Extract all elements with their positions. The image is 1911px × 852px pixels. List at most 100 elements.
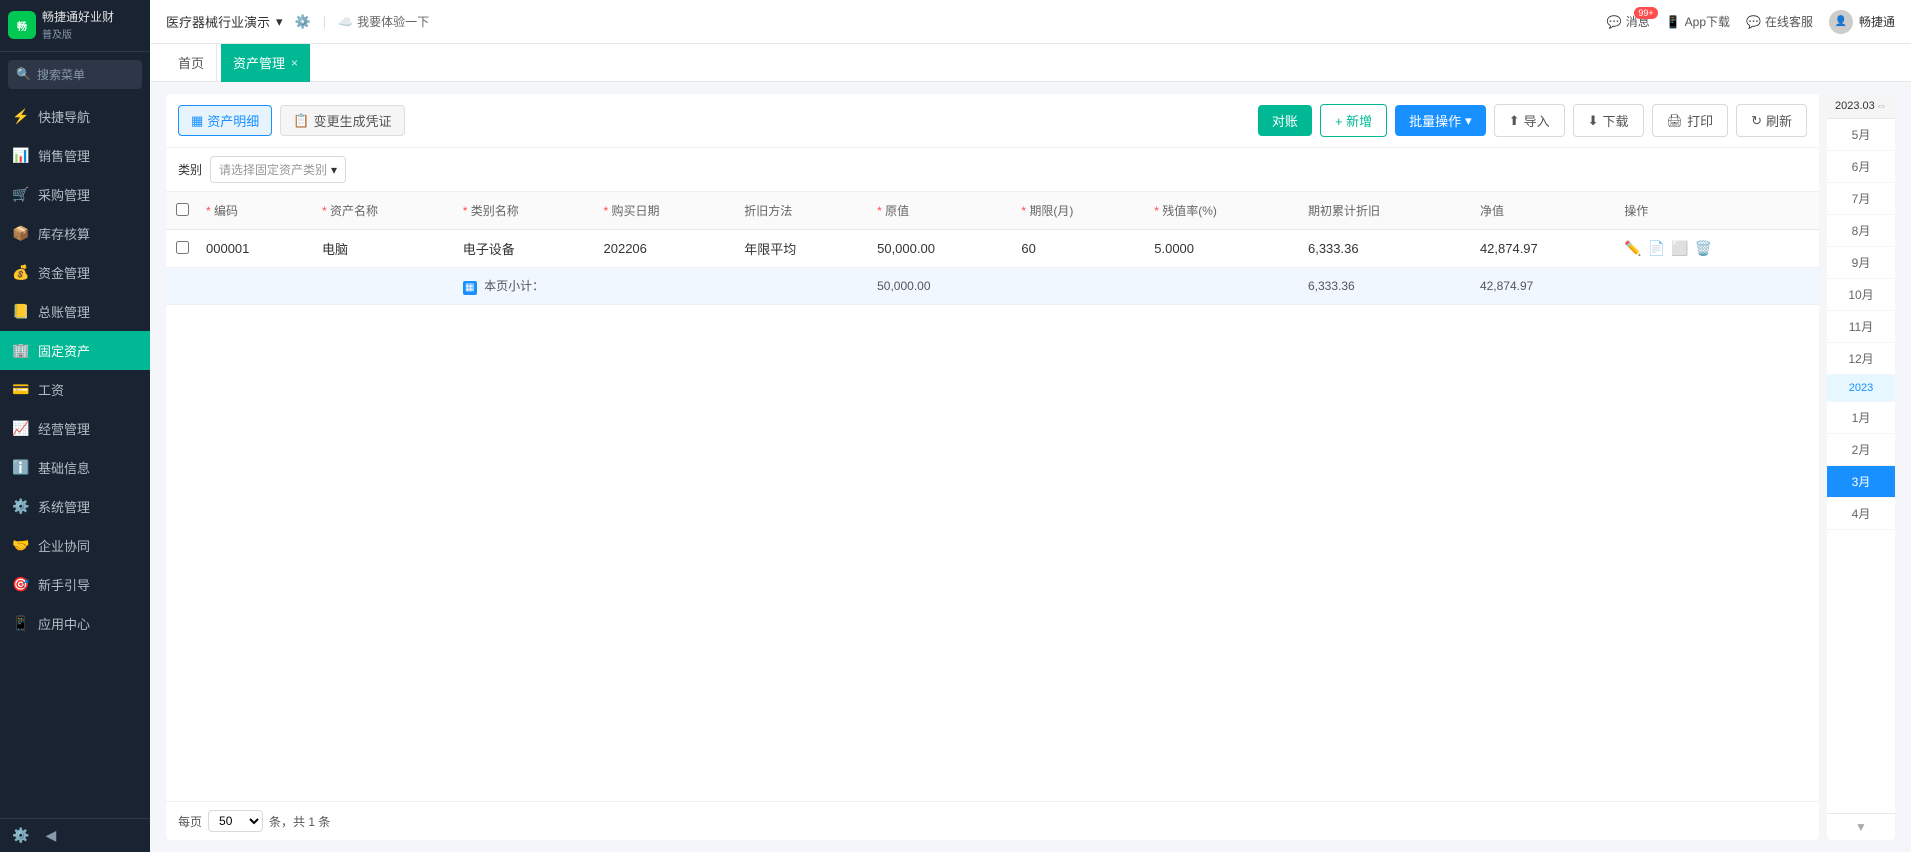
sidebar-item-label: 应用中心 xyxy=(38,614,90,633)
delete-icon[interactable]: 🗑️ xyxy=(1695,240,1712,257)
sidebar-item-label: 采购管理 xyxy=(38,185,90,204)
app-center-icon: 📱 xyxy=(12,614,30,632)
more-icon[interactable]: ⬜ xyxy=(1671,240,1688,257)
sidebar-item-enterprise[interactable]: 🤝 企业协同 xyxy=(0,526,150,565)
sidebar-item-purchase[interactable]: 🛒 采购管理 xyxy=(0,175,150,214)
settings-icon[interactable]: ⚙️ xyxy=(12,827,29,844)
row-category: 电子设备 xyxy=(455,230,596,268)
table-header-row: 编码 资产名称 类别名称 购买日期 折旧方法 原值 期限(月) 残值率(%) 期… xyxy=(166,192,1819,230)
print-button[interactable]: 🖨 打印 xyxy=(1652,104,1729,137)
row-purchase-date: 202206 xyxy=(596,230,737,268)
search-menu[interactable]: 🔍 搜索菜单 xyxy=(8,60,142,89)
close-icon[interactable]: × xyxy=(291,56,298,70)
tab-home[interactable]: 首页 xyxy=(166,44,217,82)
timeline-month-10[interactable]: 10月 xyxy=(1827,279,1895,311)
message-action[interactable]: 💬 消息 99+ xyxy=(1607,13,1650,30)
add-new-button[interactable]: + 新增 xyxy=(1320,104,1387,137)
import-icon: ⬆ xyxy=(1509,113,1520,129)
category-filter-select[interactable]: 请选择固定资产类别 ▾ xyxy=(210,156,346,183)
company-selector[interactable]: 医疗器械行业演示 ▾ xyxy=(166,12,283,31)
edit-icon[interactable]: ✏️ xyxy=(1624,240,1641,257)
th-original-value: 原值 xyxy=(869,192,1013,230)
row-original-value: 50,000.00 xyxy=(869,230,1013,268)
right-panel-footer: ▼ xyxy=(1827,813,1895,840)
row-checkbox-cell xyxy=(166,230,198,268)
asset-table-container: 编码 资产名称 类别名称 购买日期 折旧方法 原值 期限(月) 残值率(%) 期… xyxy=(166,192,1819,801)
timeline-month-5[interactable]: 5月 xyxy=(1827,119,1895,151)
timeline-month-12[interactable]: 12月 xyxy=(1827,343,1895,375)
cloud-icon: ☁️ xyxy=(338,15,353,29)
sidebar-item-fixed-assets[interactable]: 🏢 固定资产 xyxy=(0,331,150,370)
subtotal-accumulated: 6,333.36 xyxy=(1300,268,1472,305)
timeline-year-2023: 2023 xyxy=(1827,375,1895,402)
sidebar-item-label: 资金管理 xyxy=(38,263,90,282)
sidebar-item-system[interactable]: ⚙️ 系统管理 xyxy=(0,487,150,526)
import-button[interactable]: ⬆ 导入 xyxy=(1494,104,1565,137)
expand-arrows-icon[interactable]: ⇔ xyxy=(1876,100,1887,112)
timeline-month-8[interactable]: 8月 xyxy=(1827,215,1895,247)
experience-link[interactable]: ☁️ 我要体验一下 xyxy=(338,13,429,30)
sidebar-item-business[interactable]: 📈 经营管理 xyxy=(0,409,150,448)
row-period-months: 60 xyxy=(1013,230,1146,268)
subtotal-original-value: 50,000.00 xyxy=(869,268,1013,305)
th-actions: 操作 xyxy=(1616,192,1819,230)
company-name: 医疗器械行业演示 xyxy=(166,12,270,31)
guide-icon: 🎯 xyxy=(12,575,30,593)
app-download-label: App下载 xyxy=(1685,13,1730,30)
collapse-down-icon[interactable]: ▼ xyxy=(1855,820,1867,834)
select-all-checkbox[interactable] xyxy=(176,203,189,216)
sidebar-item-sales[interactable]: 📊 销售管理 xyxy=(0,136,150,175)
sidebar-item-finance[interactable]: 💰 资金管理 xyxy=(0,253,150,292)
row-actions-cell: ✏️ 📄 ⬜ 🗑️ xyxy=(1616,230,1819,268)
subtotal-empty-residual xyxy=(1146,268,1300,305)
timeline-month-4[interactable]: 4月 xyxy=(1827,498,1895,530)
timeline-month-3-current[interactable]: 3月 xyxy=(1827,466,1895,498)
timeline-month-7[interactable]: 7月 xyxy=(1827,183,1895,215)
asset-table: 编码 资产名称 类别名称 购买日期 折旧方法 原值 期限(月) 残值率(%) 期… xyxy=(166,192,1819,305)
timeline-month-2[interactable]: 2月 xyxy=(1827,434,1895,466)
th-depreciation-method: 折旧方法 xyxy=(736,192,869,230)
sidebar-item-payroll[interactable]: 💳 工资 xyxy=(0,370,150,409)
timeline-month-6[interactable]: 6月 xyxy=(1827,151,1895,183)
sidebar-item-quick-nav[interactable]: ⚡ 快捷导航 xyxy=(0,97,150,136)
tab-active-label: 资产管理 xyxy=(233,53,285,72)
row-checkbox[interactable] xyxy=(176,241,189,254)
import-label: 导入 xyxy=(1524,111,1550,130)
gear-icon[interactable]: ⚙️ xyxy=(295,14,311,30)
per-page-select[interactable]: 50 20 100 xyxy=(208,810,263,832)
reconcile-button[interactable]: 对账 xyxy=(1258,105,1312,136)
sidebar-item-label: 新手引导 xyxy=(38,575,90,594)
sidebar-item-label: 总账管理 xyxy=(38,302,90,321)
timeline-year-label: 2023.03 xyxy=(1835,100,1875,112)
sidebar-item-ledger[interactable]: 📒 总账管理 xyxy=(0,292,150,331)
th-purchase-date: 购买日期 xyxy=(596,192,737,230)
sidebar-item-label: 库存核算 xyxy=(38,224,90,243)
sidebar-item-inventory[interactable]: 📦 库存核算 xyxy=(0,214,150,253)
app-download-action[interactable]: 📱 App下载 xyxy=(1666,13,1730,30)
batch-op-button[interactable]: 批量操作 ▾ xyxy=(1395,105,1486,136)
timeline-month-1[interactable]: 1月 xyxy=(1827,402,1895,434)
sub-tab-asset-detail[interactable]: ▦ 资产明细 xyxy=(178,105,272,136)
timeline-month-11[interactable]: 11月 xyxy=(1827,311,1895,343)
sidebar-item-app-center[interactable]: 📱 应用中心 xyxy=(0,604,150,643)
right-panel-timeline: 2023.03 ⇔ 5月 6月 7月 8月 9月 10月 11月 12月 202… xyxy=(1827,94,1895,840)
refresh-button[interactable]: ↻ 刷新 xyxy=(1736,104,1807,137)
user-menu[interactable]: 👤 畅捷通 xyxy=(1829,10,1895,34)
th-period-months: 期限(月) xyxy=(1013,192,1146,230)
copy-icon[interactable]: 📄 xyxy=(1648,240,1665,257)
category-filter-label: 类别 xyxy=(178,161,202,178)
online-service-action[interactable]: 💬 在线客服 xyxy=(1746,13,1813,30)
sidebar-item-guide[interactable]: 🎯 新手引导 xyxy=(0,565,150,604)
timeline-month-9[interactable]: 9月 xyxy=(1827,247,1895,279)
subtotal-empty-1 xyxy=(166,268,198,305)
subtotal-label: 本页小计： xyxy=(484,279,544,293)
tab-asset-management[interactable]: 资产管理 × xyxy=(221,44,310,82)
page-tabs: 首页 资产管理 × xyxy=(150,44,1911,82)
download-button[interactable]: ⬇ 下载 xyxy=(1573,104,1644,137)
basic-info-icon: ℹ️ xyxy=(12,458,30,476)
collapse-icon[interactable]: ◀ xyxy=(45,827,56,844)
download-icon: ⬇ xyxy=(1588,113,1599,129)
th-category: 类别名称 xyxy=(455,192,596,230)
sidebar-item-basic-info[interactable]: ℹ️ 基础信息 xyxy=(0,448,150,487)
sub-tab-voucher-gen[interactable]: 📋 变更生成凭证 xyxy=(280,105,404,136)
